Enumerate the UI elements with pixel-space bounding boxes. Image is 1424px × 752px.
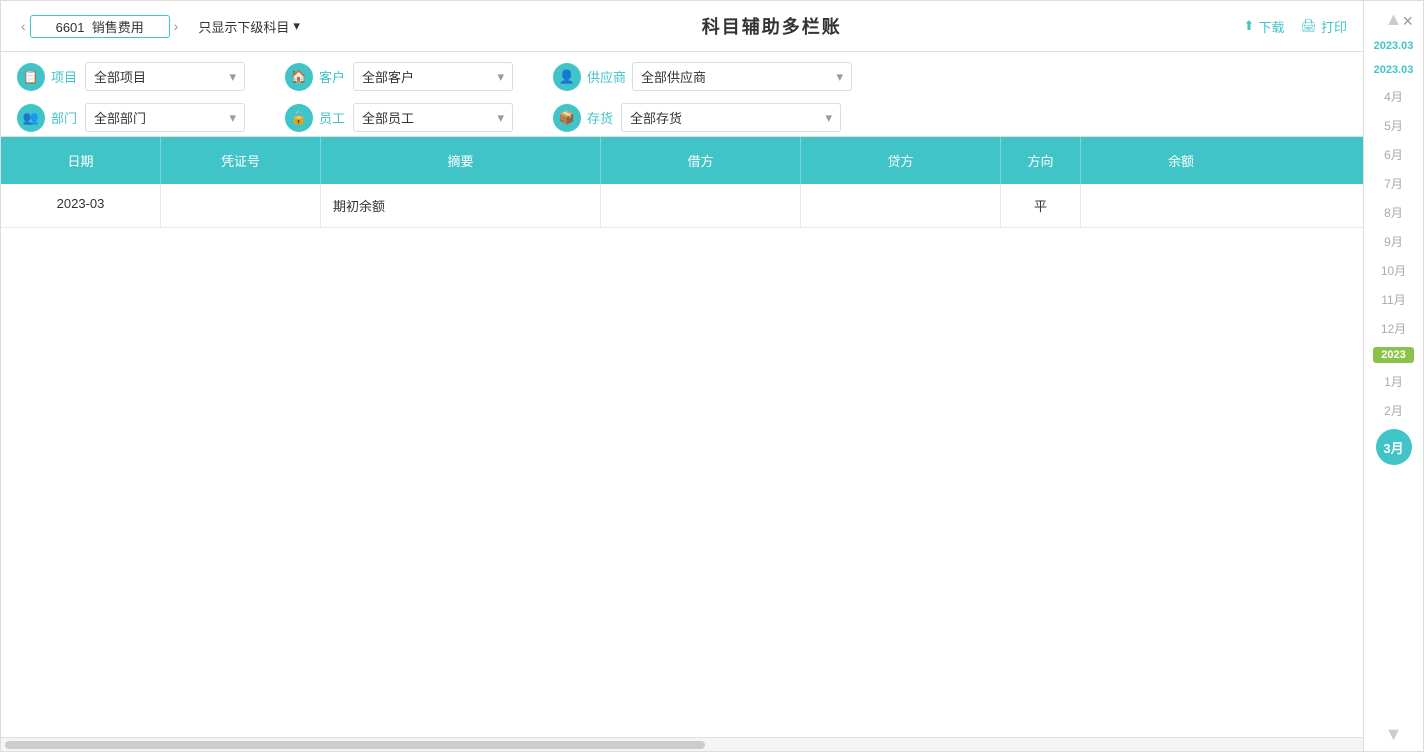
project-arrow-icon: ▾ xyxy=(229,69,236,85)
supplier-select[interactable]: 全部供应商 ▾ xyxy=(632,62,852,91)
employee-icon: 🔒 xyxy=(285,104,313,132)
timeline-month-8[interactable]: 8月 xyxy=(1364,198,1423,227)
inventory-arrow-icon: ▾ xyxy=(825,110,832,126)
next-account-btn[interactable]: › xyxy=(170,18,183,34)
cell-debit xyxy=(601,184,801,227)
main-window: ‹ › 只显示下级科目 ▾ 科目辅助多栏账 ⬆ 下载 🖨 打印 xyxy=(0,0,1424,752)
filter-supplier: 👤 供应商 全部供应商 ▾ xyxy=(553,62,852,91)
supplier-label: 供应商 xyxy=(587,67,626,86)
scroll-thumb xyxy=(5,741,705,749)
table-row: 2023-03 期初余额 平 xyxy=(1,184,1363,228)
supplier-value: 全部供应商 xyxy=(641,67,706,86)
employee-label: 员工 xyxy=(319,108,347,127)
download-icon: ⬆ xyxy=(1244,18,1255,34)
project-icon: 📋 xyxy=(17,63,45,91)
project-value: 全部项目 xyxy=(94,67,146,86)
timeline-month-9[interactable]: 9月 xyxy=(1364,227,1423,256)
employee-value: 全部员工 xyxy=(362,108,414,127)
dept-value: 全部部门 xyxy=(94,108,146,127)
header-actions: ⬆ 下载 🖨 打印 xyxy=(1244,17,1347,36)
col-voucher: 凭证号 xyxy=(161,137,321,184)
table-header: 日期 凭证号 摘要 借方 贷方 方向 余额 xyxy=(1,137,1363,184)
active-month-badge[interactable]: 3月 xyxy=(1376,429,1412,465)
cell-date: 2023-03 xyxy=(1,184,161,227)
dept-icon: 👥 xyxy=(17,104,45,132)
timeline-panel: ▲ 2023.03 2023.03 4月 5月 6月 7月 8月 9月 10月 … xyxy=(1363,1,1423,752)
dept-label: 部门 xyxy=(51,108,79,127)
download-button[interactable]: ⬆ 下载 xyxy=(1244,17,1285,36)
download-label: 下载 xyxy=(1258,17,1284,36)
employee-select[interactable]: 全部员工 ▾ xyxy=(353,103,513,132)
cell-balance xyxy=(1081,184,1281,227)
col-summary: 摘要 xyxy=(321,137,601,184)
filter-inventory: 📦 存货 全部存货 ▾ xyxy=(553,103,841,132)
print-label: 打印 xyxy=(1321,17,1347,36)
year-badge: 2023 xyxy=(1373,347,1413,363)
table-body: 2023-03 期初余额 平 xyxy=(1,184,1363,228)
customer-arrow-icon: ▾ xyxy=(497,69,504,85)
col-credit: 贷方 xyxy=(801,137,1001,184)
prev-account-btn[interactable]: ‹ xyxy=(17,18,30,34)
timeline-up-btn[interactable]: ▲ xyxy=(1385,9,1403,30)
timeline-down-btn[interactable]: ▼ xyxy=(1385,724,1403,745)
customer-icon: 🏠 xyxy=(285,63,313,91)
filter-area: 📋 项目 全部项目 ▾ 🏠 客户 全部客户 ▾ 👤 xyxy=(1,52,1363,137)
timeline-month-1[interactable]: 1月 xyxy=(1364,367,1423,396)
filter-project: 📋 项目 全部项目 ▾ xyxy=(17,62,245,91)
timeline-month-5[interactable]: 5月 xyxy=(1364,111,1423,140)
timeline-month-2[interactable]: 2月 xyxy=(1364,396,1423,425)
timeline-item-2023-03-2[interactable]: 2023.03 xyxy=(1364,58,1423,82)
filter-dept: 👥 部门 全部部门 ▾ xyxy=(17,103,245,132)
col-balance: 余额 xyxy=(1081,137,1281,184)
customer-select[interactable]: 全部客户 ▾ xyxy=(353,62,513,91)
cell-voucher xyxy=(161,184,321,227)
page-title: 科目辅助多栏账 xyxy=(300,13,1244,39)
timeline-month-10[interactable]: 10月 xyxy=(1364,256,1423,285)
col-direction: 方向 xyxy=(1001,137,1081,184)
cell-credit xyxy=(801,184,1001,227)
inventory-value: 全部存货 xyxy=(630,108,682,127)
filter-customer: 🏠 客户 全部客户 ▾ xyxy=(285,62,513,91)
inventory-label: 存货 xyxy=(587,108,615,127)
main-content: ‹ › 只显示下级科目 ▾ 科目辅助多栏账 ⬆ 下载 🖨 打印 xyxy=(1,1,1363,228)
print-icon: 🖨 xyxy=(1300,18,1317,34)
inventory-icon: 📦 xyxy=(553,104,581,132)
customer-label: 客户 xyxy=(319,67,347,86)
col-debit: 借方 xyxy=(601,137,801,184)
timeline-month-7[interactable]: 7月 xyxy=(1364,169,1423,198)
dept-arrow-icon: ▾ xyxy=(229,110,236,126)
print-button[interactable]: 🖨 打印 xyxy=(1300,17,1347,36)
employee-arrow-icon: ▾ xyxy=(497,110,504,126)
header-bar: ‹ › 只显示下级科目 ▾ 科目辅助多栏账 ⬆ 下载 🖨 打印 xyxy=(1,1,1363,52)
cell-summary: 期初余额 xyxy=(321,184,601,227)
account-code-area xyxy=(30,15,170,38)
timeline-month-4[interactable]: 4月 xyxy=(1364,82,1423,111)
customer-value: 全部客户 xyxy=(362,67,414,86)
dept-select[interactable]: 全部部门 ▾ xyxy=(85,103,245,132)
show-sub-filter[interactable]: 只显示下级科目 ▾ xyxy=(198,17,300,36)
ledger-table: 日期 凭证号 摘要 借方 贷方 方向 余额 2023-03 期初余额 平 xyxy=(1,137,1363,228)
project-label: 项目 xyxy=(51,67,79,86)
inventory-select[interactable]: 全部存货 ▾ xyxy=(621,103,841,132)
col-date: 日期 xyxy=(1,137,161,184)
timeline-month-12[interactable]: 12月 xyxy=(1364,314,1423,343)
timeline-month-11[interactable]: 11月 xyxy=(1364,285,1423,314)
timeline-item-2023-03-1[interactable]: 2023.03 xyxy=(1364,34,1423,58)
bottom-scrollbar[interactable] xyxy=(1,737,1363,751)
account-code-input[interactable] xyxy=(30,15,170,38)
cell-direction: 平 xyxy=(1001,184,1081,227)
supplier-arrow-icon: ▾ xyxy=(836,69,843,85)
show-sub-label: 只显示下级科目 xyxy=(198,17,289,36)
close-button[interactable]: × xyxy=(1402,11,1413,32)
timeline-month-6[interactable]: 6月 xyxy=(1364,140,1423,169)
project-select[interactable]: 全部项目 ▾ xyxy=(85,62,245,91)
filter-employee: 🔒 员工 全部员工 ▾ xyxy=(285,103,513,132)
supplier-icon: 👤 xyxy=(553,63,581,91)
